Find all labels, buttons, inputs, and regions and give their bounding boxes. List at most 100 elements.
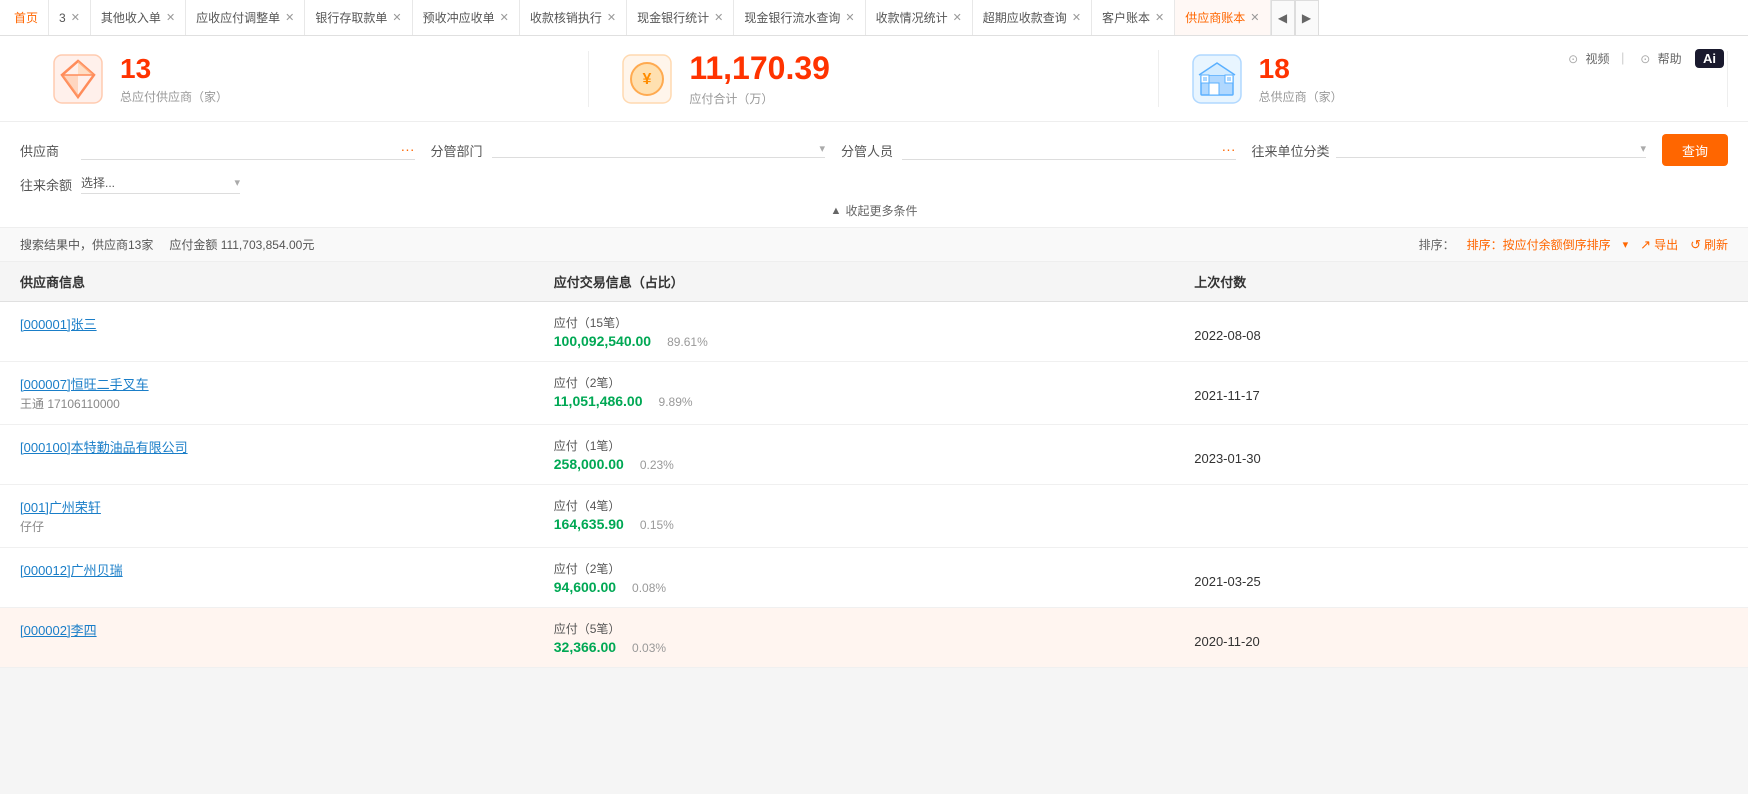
nav-tab-3[interactable]: 3 ✕ (49, 0, 91, 36)
chevron-down-icon2: ▾ (1640, 142, 1646, 155)
nav-tab-3-close[interactable]: ✕ (71, 11, 80, 24)
nav-tab-prepay[interactable]: 预收冲应收单 ✕ (413, 0, 520, 36)
nav-tab-customer-book[interactable]: 客户账本 ✕ (1092, 0, 1175, 36)
result-amount-label: 应付金额 111,703,854.00元 (169, 236, 314, 253)
dept-select-wrap[interactable]: ▾ (492, 142, 826, 158)
video-link[interactable]: 视频 (1586, 52, 1610, 66)
nav-tab-other-income-label: 其他收入单 (101, 9, 161, 26)
supplier-sub-1: 王通 17106110000 (20, 395, 554, 412)
supplier-dots-icon[interactable]: ··· (401, 141, 415, 157)
nav-tab-3-label: 3 (59, 11, 66, 25)
category-select-wrap[interactable]: ▾ (1336, 142, 1646, 158)
close-icon[interactable]: ✕ (845, 11, 854, 24)
supplier-link-5[interactable]: [000002]李四 (20, 623, 97, 638)
balance-select-wrap[interactable]: 选择... ▾ (81, 174, 240, 194)
result-bar: 搜索结果中，供应商13家 应付金额 111,703,854.00元 排序： 排序… (0, 228, 1748, 262)
supplier-link-4[interactable]: [000012]广州贝瑞 (20, 563, 123, 578)
data-table: 供应商信息 应付交易信息（占比） 上次付数 [000001]张三 应付（15笔）… (0, 262, 1748, 668)
stat-block-suppliers: 13 总应付供应商（家） (20, 51, 589, 107)
close-icon[interactable]: ✕ (285, 11, 294, 24)
query-button[interactable]: 查询 (1662, 134, 1728, 166)
supplier-link-0[interactable]: [000001]张三 (20, 317, 97, 332)
trans-amount-1: 11,051,486.00 (554, 393, 643, 409)
nav-tab-receipt-stat-label: 收款情况统计 (876, 9, 948, 26)
person-input-wrap[interactable]: ··· (902, 141, 1236, 160)
filter-person: 分管人员 ··· (841, 141, 1236, 160)
transaction-info-5: 应付（5笔） 32,366.00 0.03% (554, 620, 1195, 655)
transaction-info-1: 应付（2笔） 11,051,486.00 9.89% (554, 374, 1195, 409)
chevron-down-icon4: ▾ (1623, 238, 1629, 251)
supplier-info-1: [000007]恒旺二手叉车 王通 17106110000 (20, 374, 554, 412)
close-icon[interactable]: ✕ (392, 11, 401, 24)
nav-tab-home-label: 首页 (14, 9, 38, 26)
filter-dept: 分管部门 ▾ (431, 141, 826, 160)
nav-tab-supplier-label: 供应商账本 (1185, 9, 1245, 26)
nav-next-arrow[interactable]: ▶ (1295, 0, 1319, 36)
trans-label-0: 应付（15笔） (554, 314, 1195, 331)
col-header-transaction: 应付交易信息（占比） (554, 272, 1195, 291)
store-icon (1189, 51, 1245, 107)
nav-tab-overdue-label: 超期应收款查询 (983, 9, 1067, 26)
close-icon[interactable]: ✕ (166, 11, 175, 24)
top-right-links: ⊙ 视频 ｜ ⊙ 帮助 Ai (1564, 50, 1728, 67)
collapse-button[interactable]: ▲ 收起更多条件 (831, 202, 918, 219)
result-summary: 搜索结果中，供应商13家 应付金额 111,703,854.00元 (20, 236, 314, 253)
close-icon[interactable]: ✕ (1072, 11, 1081, 24)
lastpay-1: 2021-11-17 (1194, 374, 1621, 403)
supplier-link-2[interactable]: [000100]本特勤油品有限公司 (20, 440, 188, 455)
nav-tab-cash-stat[interactable]: 现金银行统计 ✕ (627, 0, 734, 36)
close-icon[interactable]: ✕ (1155, 11, 1164, 24)
nav-tab-other-income[interactable]: 其他收入单 ✕ (91, 0, 186, 36)
lastpay-5: 2020-11-20 (1194, 620, 1621, 649)
supplier-link-1[interactable]: [000007]恒旺二手叉车 (20, 377, 149, 392)
filter-balance: 往来余额 选择... ▾ (20, 174, 240, 194)
close-icon[interactable]: ✕ (953, 11, 962, 24)
trans-pct-4: 0.08% (632, 581, 666, 595)
supplier-input-wrap[interactable]: ··· (81, 141, 415, 160)
result-actions: 排序： 排序：按应付余额倒序排序 ▾ ↗ 导出 ↺ 刷新 (1419, 236, 1728, 253)
sort-label: 排序： (1419, 236, 1455, 253)
supplier-link-3[interactable]: [001]广州荣轩 (20, 500, 101, 515)
help-link[interactable]: 帮助 (1658, 52, 1682, 66)
refresh-button[interactable]: ↺ 刷新 (1690, 236, 1728, 253)
money-icon: ¥ (619, 51, 675, 107)
col-header-supplier: 供应商信息 (20, 272, 554, 291)
nav-tab-receipt-stat[interactable]: 收款情况统计 ✕ (866, 0, 973, 36)
close-icon[interactable]: ✕ (607, 11, 616, 24)
table-row: [000012]广州贝瑞 应付（2笔） 94,600.00 0.08% 2021… (0, 548, 1748, 608)
nav-tab-customer-label: 客户账本 (1102, 9, 1150, 26)
filter-category: 往来单位分类 ▾ (1252, 141, 1647, 160)
filter-bar: 供应商 ··· 分管部门 ▾ 分管人员 ··· 往来单位分类 (0, 122, 1748, 228)
close-icon[interactable]: ✕ (500, 11, 509, 24)
nav-tab-cash-flow[interactable]: 现金银行流水查询 ✕ (734, 0, 865, 36)
trans-amount-0: 100,092,540.00 (554, 333, 651, 349)
sort-link[interactable]: 排序：按应付余额倒序排序 (1467, 236, 1611, 253)
trans-pct-2: 0.23% (640, 458, 674, 472)
trans-amount-4: 94,600.00 (554, 579, 616, 595)
person-dots-icon[interactable]: ··· (1222, 141, 1236, 157)
supplier-icon (50, 51, 106, 107)
nav-tab-bank-deposit[interactable]: 银行存取款单 ✕ (305, 0, 412, 36)
ai-badge[interactable]: Ai (1695, 49, 1724, 68)
refresh-icon: ↺ (1690, 237, 1701, 253)
nav-tab-ar-ap-adjust[interactable]: 应收应付调整单 ✕ (186, 0, 305, 36)
nav-tab-receipt-verify[interactable]: 收款核销执行 ✕ (520, 0, 627, 36)
nav-tab-ar-ap-label: 应收应付调整单 (196, 9, 280, 26)
filter-category-label: 往来单位分类 (1252, 141, 1330, 160)
nav-prev-arrow[interactable]: ◀ (1271, 0, 1295, 36)
close-icon[interactable]: ✕ (714, 11, 723, 24)
trans-pct-1: 9.89% (659, 395, 693, 409)
nav-tab-overdue[interactable]: 超期应收款查询 ✕ (973, 0, 1092, 36)
stat-number-total: 18 (1259, 53, 1343, 85)
collapse-label: 收起更多条件 (845, 202, 917, 219)
transaction-info-3: 应付（4笔） 164,635.90 0.15% (554, 497, 1195, 532)
nav-tab-home[interactable]: 首页 (4, 0, 49, 36)
close-icon[interactable]: ✕ (1250, 11, 1259, 24)
nav-tab-supplier-book[interactable]: 供应商账本 ✕ (1175, 0, 1270, 36)
filter-supplier: 供应商 ··· (20, 141, 415, 160)
filter-supplier-label: 供应商 (20, 141, 75, 160)
table-row: [000001]张三 应付（15笔） 100,092,540.00 89.61%… (0, 302, 1748, 362)
circle-icon: ⊙ (1568, 52, 1578, 66)
export-button[interactable]: ↗ 导出 (1640, 236, 1678, 253)
stat-number-amount: 11,170.39 (689, 50, 830, 87)
